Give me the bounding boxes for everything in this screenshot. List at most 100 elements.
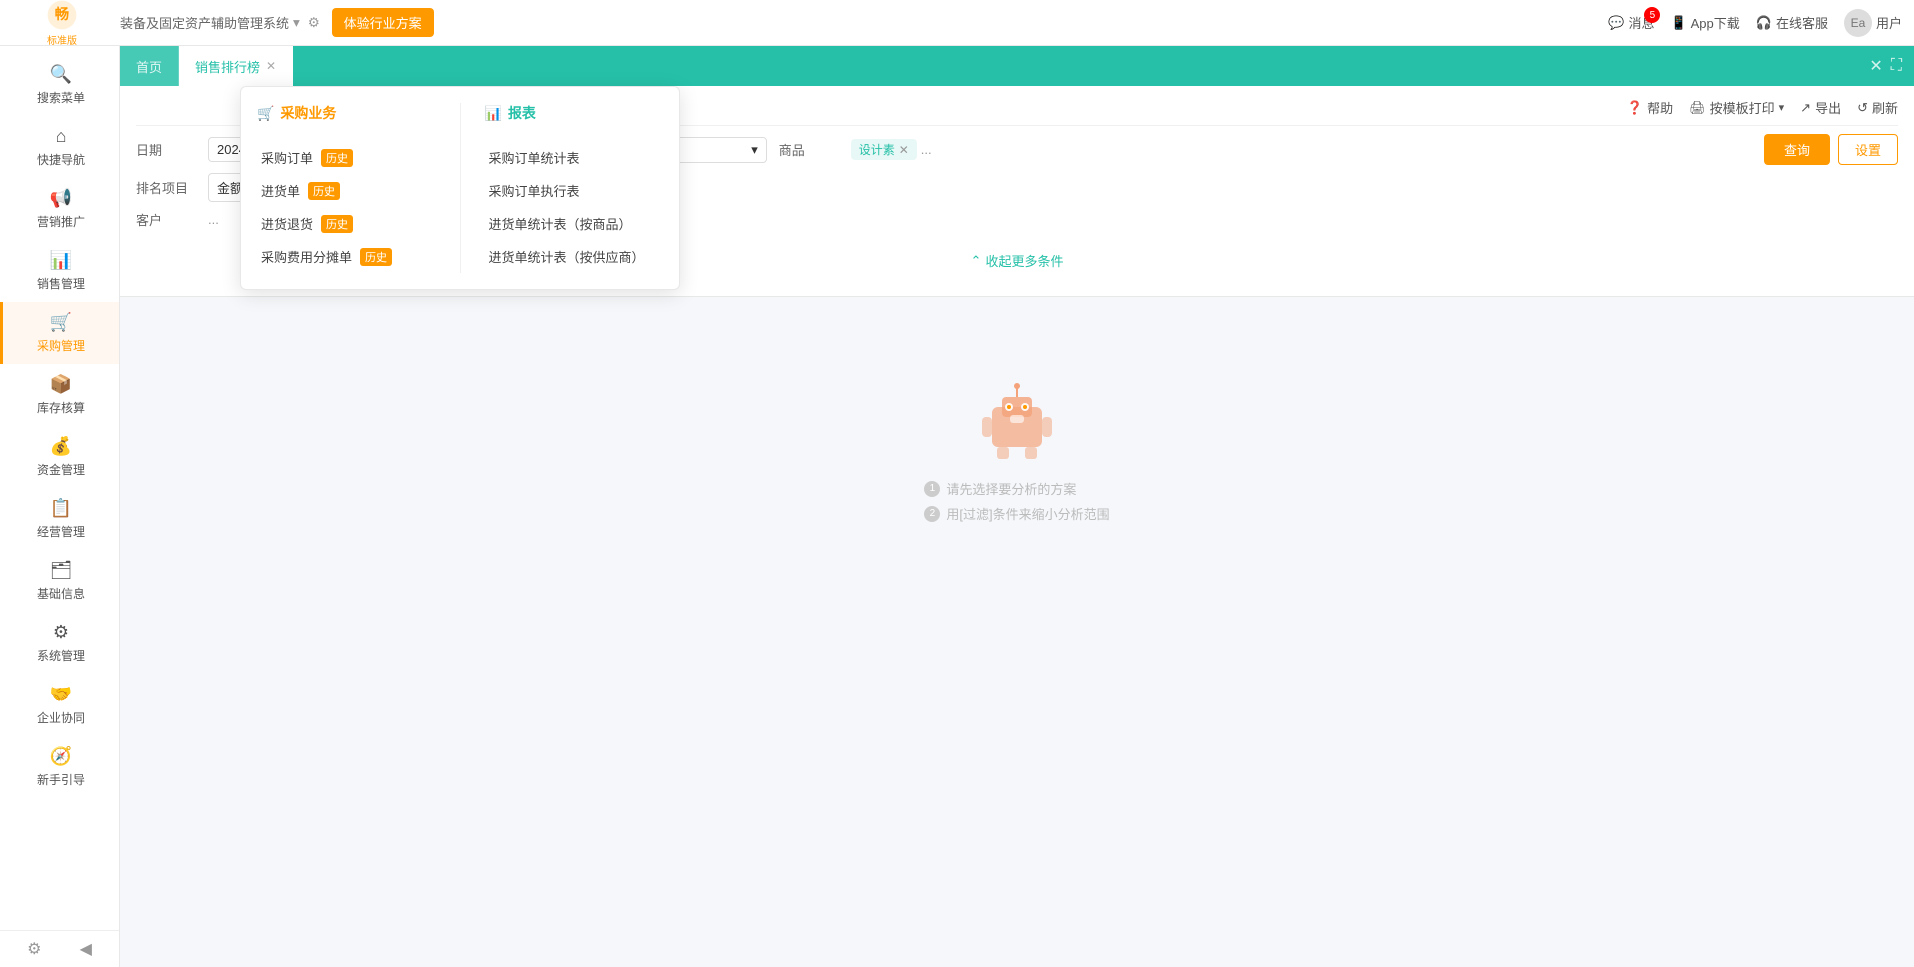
sidebar: 🔍 搜索菜单 ⌂ 快捷导航 📢 营销推广 📊 销售管理 🛒 采购管理 📦 库存核… (0, 46, 120, 967)
app-logo: 畅 标准版 (12, 0, 112, 47)
goods-label: 商品 (779, 140, 839, 159)
refresh-label: 刷新 (1872, 98, 1898, 117)
sidebar-label-quick-nav: 快捷导航 (37, 151, 85, 168)
help-button[interactable]: ❓ 帮助 (1627, 98, 1673, 117)
menu-purchase-label: 采购业务 (280, 103, 336, 123)
menu-item-purchase-expense[interactable]: 采购费用分摊单 历史 (257, 240, 436, 273)
logo-subtext: 标准版 (47, 32, 77, 47)
sales-icon: 📊 (50, 250, 72, 271)
menu-item-inbound-return[interactable]: 进货退货 历史 (257, 207, 436, 240)
order-status-chevron: ▾ (751, 142, 758, 158)
sidebar-item-quick-nav[interactable]: ⌂ 快捷导航 (0, 116, 119, 178)
topbar-right: 💬 消息 5 📱 App下载 🎧 在线客服 Ea 用户 (1608, 9, 1902, 37)
sidebar-item-purchase[interactable]: 🛒 采购管理 (0, 302, 119, 364)
menu-item-purchase-order[interactable]: 采购订单 历史 (257, 141, 436, 174)
sidebar-label-system: 系统管理 (37, 647, 85, 664)
sidebar-bottom: ⚙ ◀ (0, 930, 119, 967)
print-chevron-icon: ▾ (1779, 101, 1785, 114)
refresh-icon: ↺ (1857, 100, 1868, 116)
query-button[interactable]: 查询 (1764, 134, 1830, 165)
finance-icon: 💰 (50, 436, 72, 457)
menu-item-purchase-expense-badge: 历史 (360, 248, 392, 266)
sidebar-item-finance[interactable]: 💰 资金管理 (0, 426, 119, 488)
tabs-close-button[interactable]: ✕ (1869, 56, 1882, 76)
system-name: 装备及固定资产辅助管理系统 (120, 13, 289, 32)
app-download-button[interactable]: 📱 App下载 (1670, 13, 1739, 32)
menu-item-purchase-order-label: 采购订单 (261, 148, 313, 167)
home-icon: ⌂ (56, 126, 67, 147)
system-settings-button[interactable]: ⚙ (308, 15, 320, 31)
sidebar-item-inventory[interactable]: 📦 库存核算 (0, 364, 119, 426)
online-service-button[interactable]: 🎧 在线客服 (1756, 13, 1828, 32)
menu-item-inbound[interactable]: 进货单 历史 (257, 174, 436, 207)
tab-close-button[interactable]: ✕ (266, 59, 276, 73)
goods-dots[interactable]: ... (921, 142, 932, 157)
export-button[interactable]: ↗ 导出 (1800, 98, 1841, 117)
empty-state: 1 请先选择要分析的方案 2 用[过滤]条件来缩小分析范围 (120, 297, 1914, 603)
hint-num-1: 1 (924, 481, 940, 497)
menu-reports-icon: 📊 (485, 105, 502, 122)
menu-item-inbound-stats-supplier[interactable]: 进货单统计表（按供应商） (485, 240, 664, 273)
system-icon: ⚙ (53, 622, 69, 643)
sidebar-item-sales[interactable]: 📊 销售管理 (0, 240, 119, 302)
tab-sales-rank[interactable]: 销售排行榜 ✕ (179, 46, 293, 86)
tab-home-label: 首页 (136, 57, 162, 76)
empty-hint-1: 1 请先选择要分析的方案 (924, 479, 1109, 498)
sidebar-label-coop: 企业协同 (37, 709, 85, 726)
tab-sales-rank-label: 销售排行榜 (195, 57, 260, 76)
sidebar-item-system[interactable]: ⚙ 系统管理 (0, 612, 119, 674)
message-button[interactable]: 💬 消息 5 (1608, 13, 1654, 32)
sidebar-label-search: 搜索菜单 (37, 89, 85, 106)
customer-dots[interactable]: ... (208, 212, 219, 227)
sidebar-item-search[interactable]: 🔍 搜索菜单 (0, 54, 119, 116)
menu-purchase-title: 🛒 采购业务 (257, 103, 436, 129)
settings-button[interactable]: 设置 (1838, 134, 1898, 165)
base-info-icon: 🗂 (50, 560, 73, 581)
phone-icon: 📱 (1670, 15, 1686, 31)
print-label: 按模板打印 (1710, 98, 1775, 117)
goods-tag: 设计素 ✕ (851, 139, 917, 160)
collapse-label: 收起更多条件 (985, 251, 1063, 270)
sidebar-label-base-info: 基础信息 (37, 585, 85, 602)
menu-item-purchase-expense-label: 采购费用分摊单 (261, 247, 352, 266)
sidebar-label-marketing: 营销推广 (37, 213, 85, 230)
sidebar-settings-button[interactable]: ⚙ (27, 939, 41, 959)
sidebar-item-operations[interactable]: 📋 经营管理 (0, 488, 119, 550)
operations-icon: 📋 (50, 498, 72, 519)
menu-item-purchase-order-stats[interactable]: 采购订单统计表 (485, 141, 664, 174)
empty-hint-2: 2 用[过滤]条件来缩小分析范围 (924, 504, 1109, 523)
app-download-label: App下载 (1691, 13, 1740, 32)
export-icon: ↗ (1800, 100, 1811, 116)
sidebar-item-guide[interactable]: 🧭 新手引导 (0, 736, 119, 798)
date-label: 日期 (136, 140, 196, 159)
menu-item-inbound-stats-goods-label: 进货单统计表（按商品） (489, 214, 632, 233)
sidebar-collapse-button[interactable]: ◀ (80, 939, 92, 959)
menu-item-inbound-stats-goods[interactable]: 进货单统计表（按商品） (485, 207, 664, 240)
inventory-icon: 📦 (50, 374, 72, 395)
purchase-dropdown-menu: 🛒 采购业务 采购订单 历史 进货单 历史 进货退货 历史 采购费用分摊单 (240, 86, 680, 290)
tabs-expand-button[interactable]: ⛶ (1891, 57, 1902, 75)
menu-item-inbound-label: 进货单 (261, 181, 300, 200)
sidebar-item-base-info[interactable]: 🗂 基础信息 (0, 550, 119, 612)
coop-icon: 🤝 (50, 684, 72, 705)
system-dropdown-button[interactable]: ▾ (293, 15, 300, 31)
industry-button[interactable]: 体验行业方案 (332, 8, 434, 37)
goods-tag-close[interactable]: ✕ (899, 143, 909, 157)
print-button[interactable]: 🖨 按模板打印 ▾ (1689, 98, 1784, 117)
sidebar-item-marketing[interactable]: 📢 营销推广 (0, 178, 119, 240)
sidebar-label-operations: 经营管理 (37, 523, 85, 540)
menu-item-inbound-badge: 历史 (308, 182, 340, 200)
sidebar-item-coop[interactable]: 🤝 企业协同 (0, 674, 119, 736)
collapse-button[interactable]: ⌃ 收起更多条件 (971, 243, 1064, 278)
user-button[interactable]: Ea 用户 (1844, 9, 1902, 37)
menu-item-inbound-return-badge: 历史 (321, 215, 353, 233)
menu-item-purchase-order-exec[interactable]: 采购订单执行表 (485, 174, 664, 207)
sidebar-label-finance: 资金管理 (37, 461, 85, 478)
refresh-button[interactable]: ↺ 刷新 (1857, 98, 1898, 117)
query-buttons: 查询 设置 (1764, 134, 1898, 165)
tab-home[interactable]: 首页 (120, 46, 179, 86)
message-badge: 5 (1644, 7, 1660, 23)
goods-tag-text: 设计素 (859, 141, 895, 158)
tabs-bar-right: ✕ ⛶ (1869, 56, 1914, 76)
menu-item-purchase-order-badge: 历史 (321, 149, 353, 167)
